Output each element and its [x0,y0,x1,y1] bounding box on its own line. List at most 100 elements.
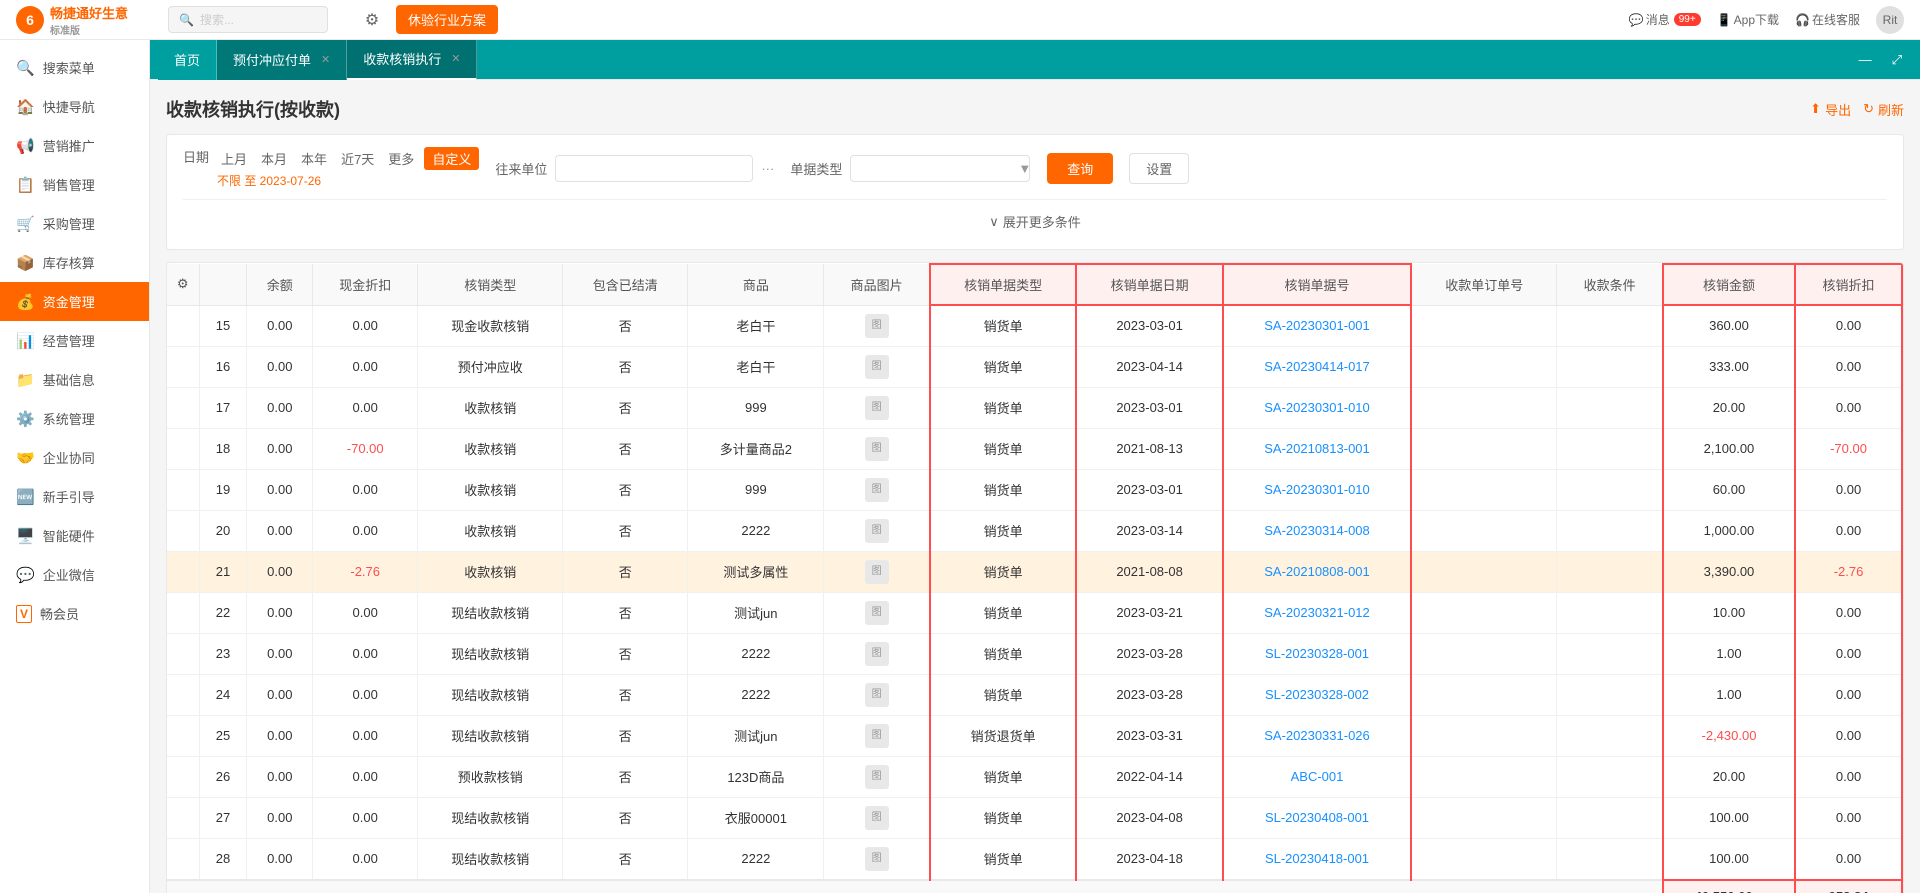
cell-writeoff-amount: 360.00 [1663,305,1795,346]
query-button[interactable]: 查询 [1047,153,1113,184]
date-option-this-month[interactable]: 本月 [257,147,291,170]
cell-balance: 0.00 [247,838,313,880]
cell-writeoff-bill-date: 2021-08-13 [1076,428,1222,469]
partner-input[interactable] [555,155,753,182]
cell-writeoff-bill-no[interactable]: ABC-001 [1223,756,1411,797]
sidebar-item-capital[interactable]: 💰 资金管理 [0,282,149,321]
cell-writeoff-type: 预收款核销 [418,756,563,797]
top-bar-right: 💬 消息 99+ 📱 App下载 🎧 在线客服 Rit [1629,6,1904,34]
column-settings-icon[interactable]: ⚙ [177,276,189,291]
cell-settings [167,715,199,756]
tab-home[interactable]: 首页 [158,40,217,80]
sidebar-item-sales[interactable]: 📋 销售管理 [0,165,149,204]
cell-writeoff-bill-date: 2023-03-28 [1076,633,1222,674]
cell-writeoff-type: 收款核销 [418,387,563,428]
partner-dots[interactable]: ··· [761,161,774,176]
sidebar-item-wechat[interactable]: 💬 企业微信 [0,555,149,594]
export-button[interactable]: ⬆ 导出 [1810,100,1851,119]
cell-writeoff-bill-no[interactable]: SA-20210813-001 [1223,428,1411,469]
tab-collection[interactable]: 收款核销执行 ✕ [347,40,477,80]
message-btn[interactable]: 💬 消息 99+ [1629,11,1701,28]
th-receipt-condition: 收款条件 [1557,264,1663,305]
sidebar-item-marketing[interactable]: 📢 营销推广 [0,126,149,165]
voucher-type-select[interactable] [850,155,1030,182]
tab-prepay-close[interactable]: ✕ [321,53,330,66]
cell-writeoff-type: 现结收款核销 [418,838,563,880]
date-option-custom[interactable]: 自定义 [424,147,479,170]
date-option-7days[interactable]: 近7天 [337,147,378,170]
cell-product-img: 图 [824,715,930,756]
date-option-last-month[interactable]: 上月 [217,147,251,170]
refresh-button[interactable]: ↻ 刷新 [1863,100,1904,119]
sidebar-item-search-menu[interactable]: 🔍 搜索菜单 [0,48,149,87]
cell-settings [167,756,199,797]
cell-writeoff-bill-no[interactable]: SA-20230301-001 [1223,305,1411,346]
cell-included-settled: 否 [563,797,688,838]
sidebar-item-ops[interactable]: 📊 经营管理 [0,321,149,360]
sidebar: 🔍 搜索菜单 🏠 快捷导航 📢 营销推广 📋 销售管理 🛒 采购管理 📦 库存核… [0,40,150,893]
sidebar-item-guide[interactable]: 🆕 新手引导 [0,477,149,516]
home-icon: 🏠 [16,98,35,116]
cell-writeoff-bill-no[interactable]: SA-20210808-001 [1223,551,1411,592]
tab-collection-close[interactable]: ✕ [451,52,460,65]
cell-product: 测试jun [688,592,824,633]
main-layout: 🔍 搜索菜单 🏠 快捷导航 📢 营销推广 📋 销售管理 🛒 采购管理 📦 库存核… [0,40,1920,893]
search-menu-icon: 🔍 [16,59,35,77]
cell-writeoff-bill-type: 销货单 [930,469,1076,510]
sidebar-item-purchase[interactable]: 🛒 采购管理 [0,204,149,243]
table-header: ⚙ 余额 现金折扣 核销类型 包含已结清 商品 商品图片 核销单据类型 核销单据… [167,264,1902,305]
th-writeoff-type: 核销类型 [418,264,563,305]
cell-settings [167,305,199,346]
sidebar-item-system[interactable]: ⚙️ 系统管理 [0,399,149,438]
sidebar-item-hardware[interactable]: 🖥️ 智能硬件 [0,516,149,555]
cell-writeoff-bill-no[interactable]: SA-20230301-010 [1223,469,1411,510]
solution-button[interactable]: 休验行业方案 [396,5,498,34]
cell-seq: 16 [199,346,247,387]
date-option-more[interactable]: 更多 [384,147,418,170]
cell-writeoff-bill-no[interactable]: SL-20230328-001 [1223,633,1411,674]
cell-writeoff-bill-no[interactable]: SA-20230301-010 [1223,387,1411,428]
cell-writeoff-discount: 0.00 [1795,797,1902,838]
cell-product: 999 [688,469,824,510]
cell-included-settled: 否 [563,838,688,880]
th-product-img: 商品图片 [824,264,930,305]
page-header: 收款核销执行(按收款) ⬆ 导出 ↻ 刷新 [166,96,1904,122]
filter-bar: 日期 上月 本月 本年 近7天 更多 自定义 不限 至 2023-07-26 [166,134,1904,250]
app-download-btn[interactable]: 📱 App下载 [1717,11,1779,28]
sidebar-item-inventory[interactable]: 📦 库存核算 [0,243,149,282]
date-option-this-year[interactable]: 本年 [297,147,331,170]
tab-prepay[interactable]: 预付冲应付单 ✕ [217,40,347,80]
cell-writeoff-bill-no[interactable]: SL-20230328-002 [1223,674,1411,715]
sidebar-item-member[interactable]: V 畅会员 [0,594,149,633]
tab-bar-minimize[interactable]: — [1849,52,1882,67]
user-avatar[interactable]: Rit [1876,6,1904,34]
gear-icon[interactable]: ⚙ [360,8,384,32]
cell-writeoff-amount: 100.00 [1663,797,1795,838]
cell-writeoff-bill-no[interactable]: SA-20230314-008 [1223,510,1411,551]
th-settings[interactable]: ⚙ [167,264,199,305]
date-options: 上月 本月 本年 近7天 更多 自定义 [217,147,479,170]
online-service-btn[interactable]: 🎧 在线客服 [1795,11,1860,28]
th-writeoff-bill-type: 核销单据类型 [930,264,1076,305]
cell-receipt-condition [1557,592,1663,633]
filter-settings-button[interactable]: 设置 [1129,153,1189,184]
cell-writeoff-bill-no[interactable]: SA-20230321-012 [1223,592,1411,633]
cell-included-settled: 否 [563,428,688,469]
expand-conditions-button[interactable]: ∨ 展开更多条件 [183,206,1887,237]
purchase-icon: 🛒 [16,215,35,233]
sidebar-item-basic[interactable]: 📁 基础信息 [0,360,149,399]
cell-writeoff-bill-no[interactable]: SL-20230408-001 [1223,797,1411,838]
sidebar-item-quick-nav[interactable]: 🏠 快捷导航 [0,87,149,126]
cell-balance: 0.00 [247,551,313,592]
cell-receipt-order-no [1411,797,1557,838]
cell-balance: 0.00 [247,715,313,756]
tab-bar-maximize[interactable]: ⤢ [1882,52,1912,68]
sidebar-item-corp[interactable]: 🤝 企业协同 [0,438,149,477]
cell-receipt-condition [1557,797,1663,838]
cell-writeoff-bill-no[interactable]: SL-20230418-001 [1223,838,1411,880]
basic-icon: 📁 [16,371,35,389]
cell-writeoff-bill-no[interactable]: SA-20230331-026 [1223,715,1411,756]
cell-writeoff-discount: 0.00 [1795,756,1902,797]
sidebar-item-label: 销售管理 [43,175,95,194]
cell-writeoff-bill-no[interactable]: SA-20230414-017 [1223,346,1411,387]
